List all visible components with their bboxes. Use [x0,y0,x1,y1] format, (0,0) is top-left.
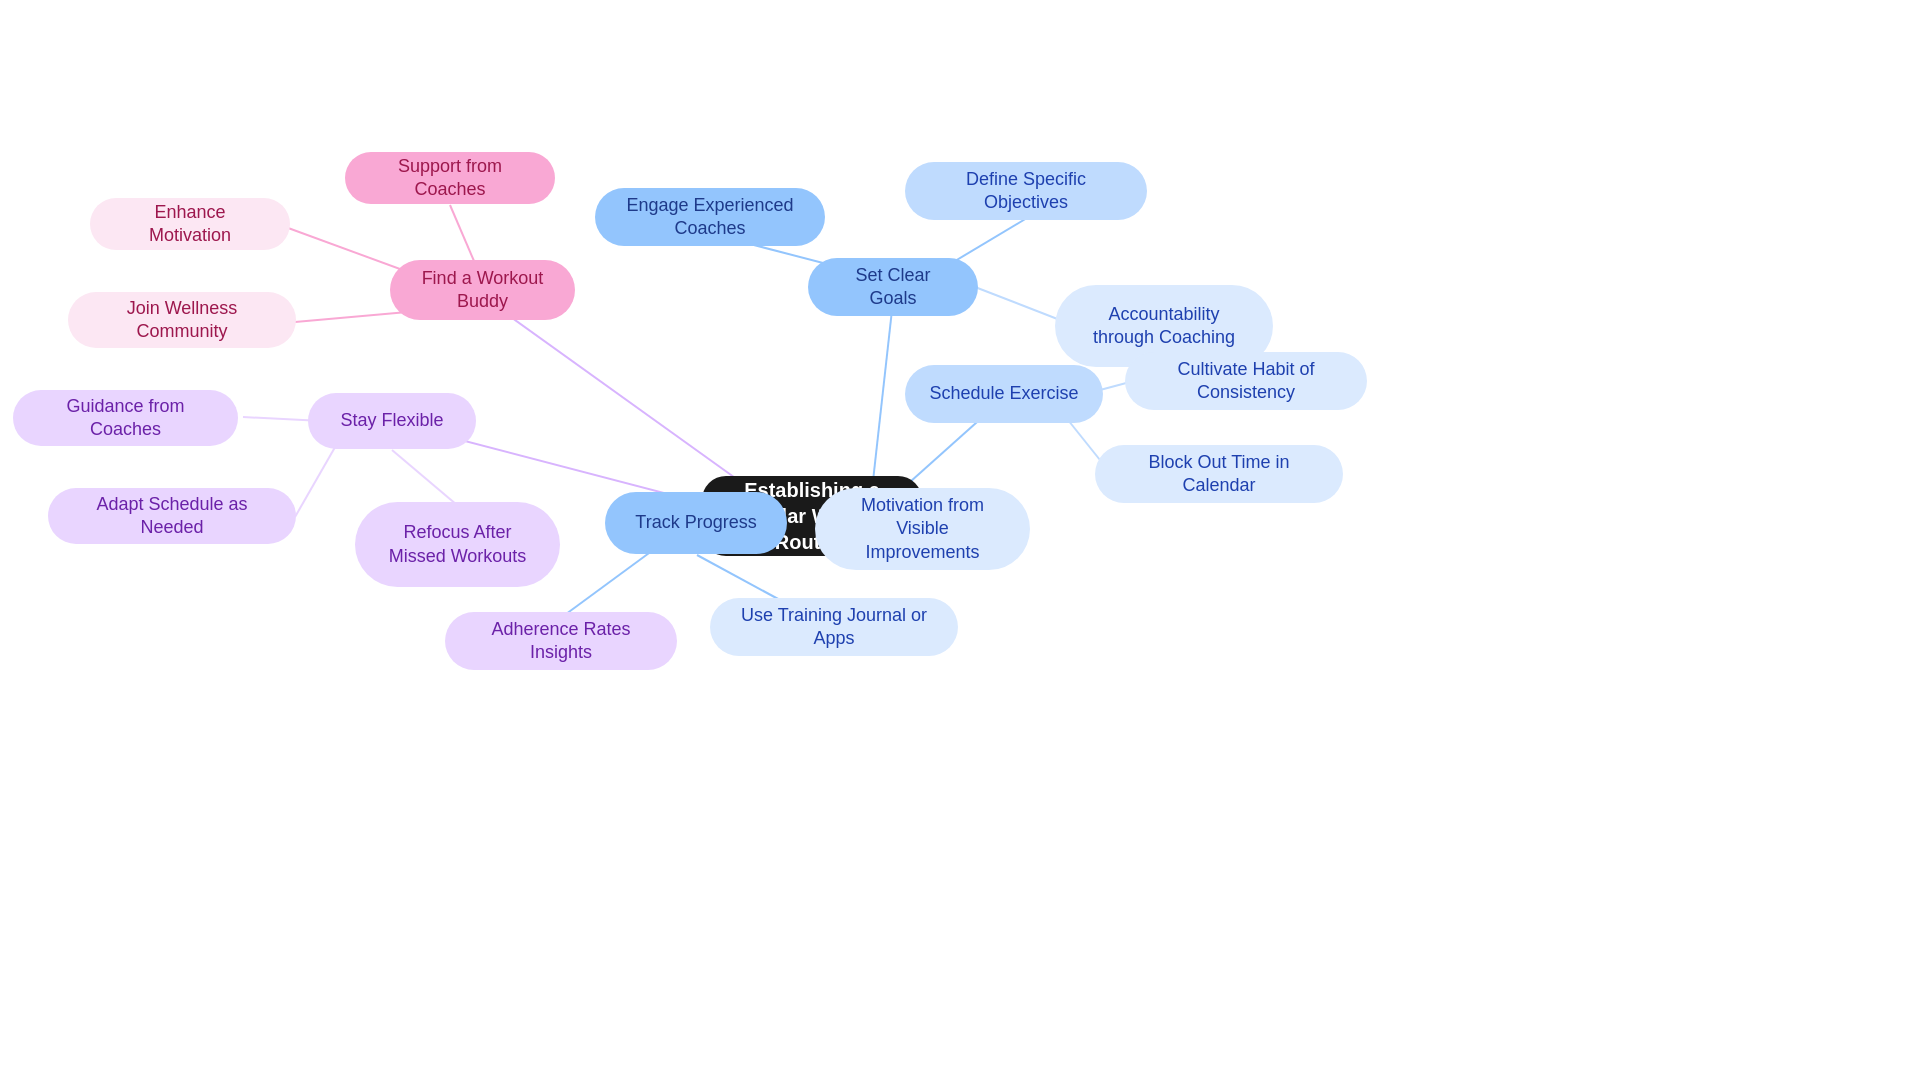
svg-line-11 [562,545,660,617]
join-wellness-node: Join Wellness Community [68,292,296,348]
adherence-rates-node: Adherence Rates Insights [445,612,677,670]
define-objectives-node: Define Specific Objectives [905,162,1147,220]
find-workout-buddy-node: Find a Workout Buddy [390,260,575,320]
engage-coaches-node: Engage Experienced Coaches [595,188,825,246]
svg-line-13 [697,555,780,600]
adapt-schedule-node: Adapt Schedule as Needed [48,488,296,544]
svg-line-10 [392,450,457,505]
svg-line-0 [480,295,752,490]
schedule-exercise-node: Schedule Exercise [905,365,1103,423]
motivation-visible-node: Motivation from Visible Improvements [815,488,1030,570]
svg-line-16 [975,287,1060,320]
set-clear-goals-node: Set Clear Goals [808,258,978,316]
refocus-missed-node: Refocus After Missed Workouts [355,502,560,587]
use-training-node: Use Training Journal or Apps [710,598,958,656]
block-time-node: Block Out Time in Calendar [1095,445,1343,503]
track-progress-node: Track Progress [605,492,787,554]
svg-line-3 [872,310,892,490]
support-coaches-node: Support from Coaches [345,152,555,204]
cultivate-habit-node: Cultivate Habit of Consistency [1125,352,1367,410]
guidance-coaches-node: Guidance from Coaches [13,390,238,446]
enhance-motivation-node: Enhance Motivation [90,198,290,250]
stay-flexible-node: Stay Flexible [308,393,476,449]
